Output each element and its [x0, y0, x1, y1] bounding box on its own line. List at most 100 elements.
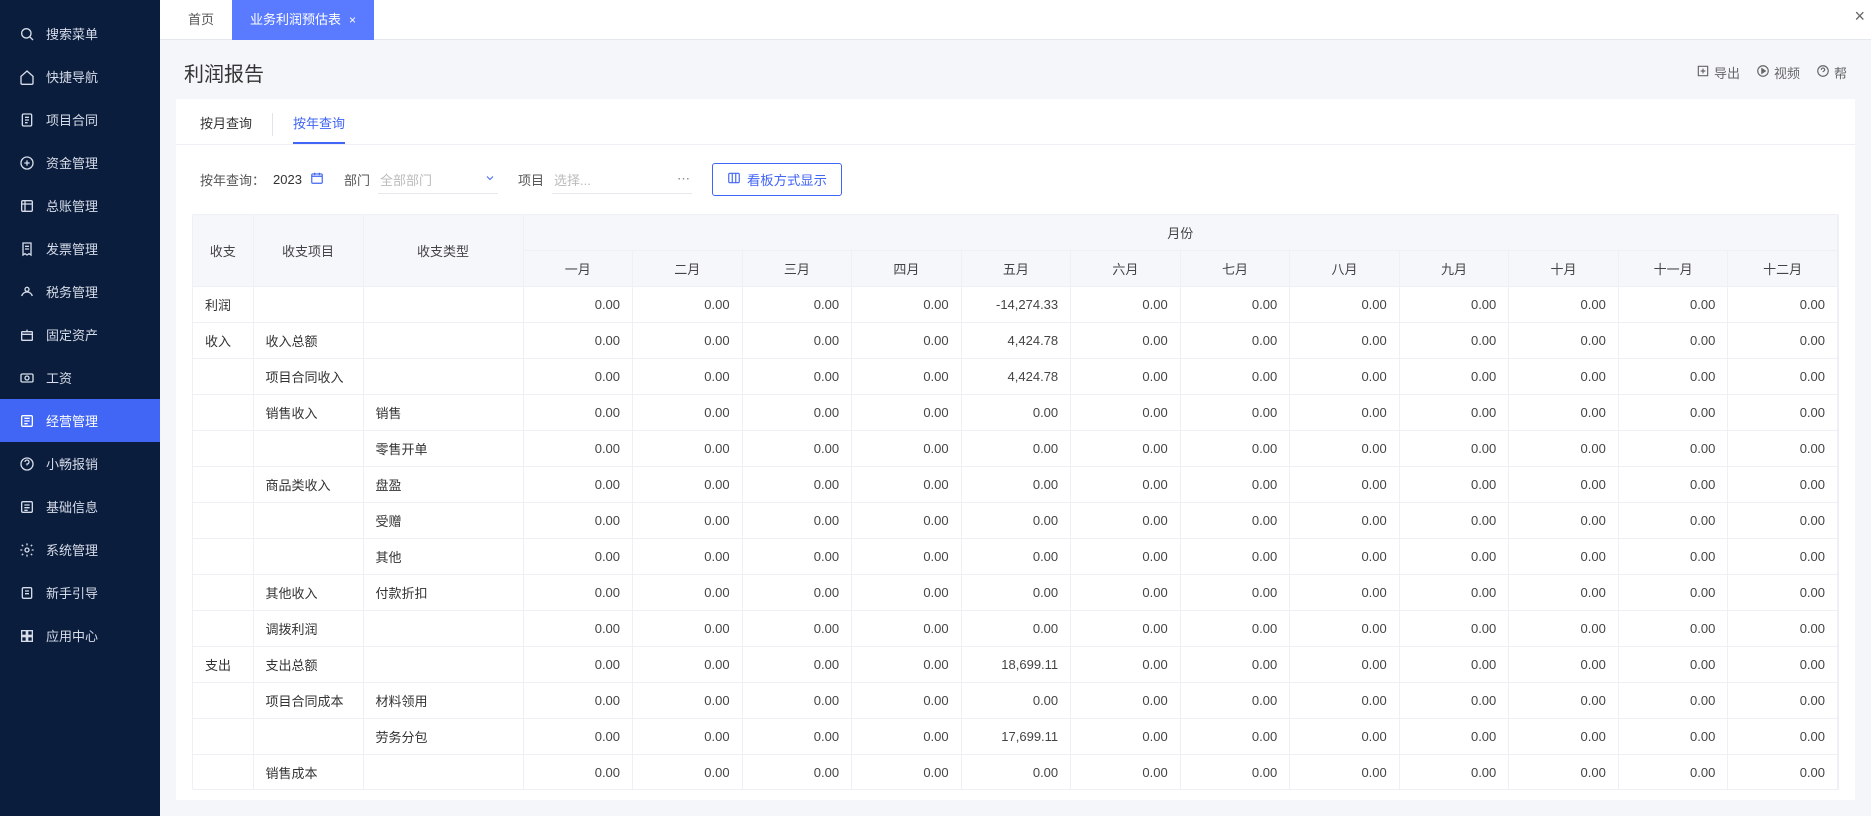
cell-val: 0.00	[1728, 431, 1838, 467]
cell-val: 0.00	[1290, 395, 1400, 431]
sidebar-item-6[interactable]: 税务管理	[0, 270, 160, 313]
cell-type: 付款折扣	[363, 575, 523, 611]
cell-val: 0.00	[1509, 719, 1619, 755]
sidebar-item-label: 固定资产	[46, 325, 98, 344]
cell-val: 0.00	[1180, 575, 1290, 611]
sidebar-item-11[interactable]: 基础信息	[0, 485, 160, 528]
apps-icon	[18, 627, 36, 645]
close-icon[interactable]: ×	[349, 0, 356, 40]
cell-val: 0.00	[1180, 719, 1290, 755]
sidebar-item-3[interactable]: 资金管理	[0, 141, 160, 184]
reimb-icon	[18, 455, 36, 473]
chevron-down-icon	[484, 172, 496, 187]
cell-val: 0.00	[1728, 539, 1838, 575]
cell-val: 0.00	[1618, 323, 1728, 359]
cell-val: 0.00	[742, 359, 852, 395]
cell-val: 0.00	[1509, 647, 1619, 683]
sidebar-item-0[interactable]: 搜索菜单	[0, 12, 160, 55]
cell-val: 0.00	[1071, 611, 1181, 647]
cell-val: 0.00	[1290, 575, 1400, 611]
cell-val: 0.00	[852, 287, 962, 323]
cell-val: 0.00	[961, 431, 1071, 467]
sidebar-item-13[interactable]: 新手引导	[0, 571, 160, 614]
table-row: 商品类收入盘盈0.000.000.000.000.000.000.000.000…	[193, 467, 1838, 503]
cell-val: 0.00	[1071, 575, 1181, 611]
doc-icon	[18, 111, 36, 129]
cell-val: 0.00	[1180, 287, 1290, 323]
cell-val: 0.00	[961, 467, 1071, 503]
dept-select[interactable]: 全部部门	[378, 166, 498, 194]
th-month-8: 九月	[1399, 251, 1509, 287]
table-row: 支出支出总额0.000.000.000.0018,699.110.000.000…	[193, 647, 1838, 683]
table-row: 项目合同收入0.000.000.000.004,424.780.000.000.…	[193, 359, 1838, 395]
cell-val: 0.00	[1180, 395, 1290, 431]
tab-1[interactable]: 业务利润预估表×	[232, 0, 374, 40]
subtab-month[interactable]: 按月查询	[200, 113, 252, 144]
home-icon	[18, 68, 36, 86]
year-input[interactable]: 2023	[273, 172, 302, 187]
cell-val: 0.00	[961, 575, 1071, 611]
calendar-icon[interactable]	[310, 171, 324, 188]
sidebar-item-4[interactable]: 总账管理	[0, 184, 160, 227]
cell-type	[363, 755, 523, 791]
manage-icon	[18, 412, 36, 430]
project-select[interactable]: 选择... ⋯	[552, 166, 692, 194]
cell-sz	[193, 683, 253, 719]
cell-val: 0.00	[523, 719, 633, 755]
cell-sz	[193, 395, 253, 431]
cell-sz	[193, 755, 253, 791]
box-icon	[18, 326, 36, 344]
cell-val: 0.00	[742, 647, 852, 683]
cell-item: 收入总额	[253, 323, 363, 359]
gear-icon	[18, 541, 36, 559]
cell-type: 受赠	[363, 503, 523, 539]
cell-val: 0.00	[742, 539, 852, 575]
export-button[interactable]: 导出	[1696, 63, 1740, 82]
cell-val: 0.00	[1509, 611, 1619, 647]
sidebar-item-8[interactable]: 工资	[0, 356, 160, 399]
cell-val: 0.00	[523, 575, 633, 611]
cell-val: -14,274.33	[961, 287, 1071, 323]
tabs-bar: 首页业务利润预估表××	[160, 0, 1871, 40]
cell-sz	[193, 539, 253, 575]
cell-val: 0.00	[852, 431, 962, 467]
sidebar-item-label: 系统管理	[46, 540, 98, 559]
sidebar-item-9[interactable]: 经营管理	[0, 399, 160, 442]
close-all-icon[interactable]: ×	[1854, 6, 1865, 27]
cell-val: 0.00	[1618, 647, 1728, 683]
sidebar-item-label: 快捷导航	[46, 67, 98, 86]
cell-val: 0.00	[1290, 467, 1400, 503]
sidebar-item-14[interactable]: 应用中心	[0, 614, 160, 657]
cell-item: 销售成本	[253, 755, 363, 791]
cell-val: 0.00	[961, 539, 1071, 575]
sidebar-item-12[interactable]: 系统管理	[0, 528, 160, 571]
cell-val: 0.00	[852, 539, 962, 575]
th-month-4: 五月	[961, 251, 1071, 287]
sidebar-item-label: 新手引导	[46, 583, 98, 602]
cell-val: 0.00	[1071, 503, 1181, 539]
cell-type	[363, 287, 523, 323]
guide-icon	[18, 584, 36, 602]
sidebar-item-1[interactable]: 快捷导航	[0, 55, 160, 98]
video-button[interactable]: 视频	[1756, 63, 1800, 82]
dept-label: 部门	[344, 170, 370, 189]
table-scroll[interactable]: 收支收支项目收支类型月份一月二月三月四月五月六月七月八月九月十月十一月十二月 利…	[192, 214, 1839, 790]
sidebar-item-7[interactable]: 固定资产	[0, 313, 160, 356]
cell-val: 0.00	[852, 683, 962, 719]
cell-val: 0.00	[1180, 467, 1290, 503]
sidebar-item-label: 项目合同	[46, 110, 98, 129]
sidebar-item-2[interactable]: 项目合同	[0, 98, 160, 141]
kanban-button[interactable]: 看板方式显示	[712, 163, 842, 196]
cell-type	[363, 647, 523, 683]
cell-item	[253, 719, 363, 755]
sidebar-item-5[interactable]: 发票管理	[0, 227, 160, 270]
cell-val: 0.00	[1071, 539, 1181, 575]
cell-val: 0.00	[633, 611, 743, 647]
cell-sz	[193, 719, 253, 755]
subtab-year[interactable]: 按年查询	[293, 113, 345, 144]
cell-val: 0.00	[1399, 287, 1509, 323]
help-button[interactable]: 帮	[1816, 63, 1847, 82]
table-row: 其他收入付款折扣0.000.000.000.000.000.000.000.00…	[193, 575, 1838, 611]
tab-0[interactable]: 首页	[170, 0, 232, 40]
sidebar-item-10[interactable]: 小畅报销	[0, 442, 160, 485]
